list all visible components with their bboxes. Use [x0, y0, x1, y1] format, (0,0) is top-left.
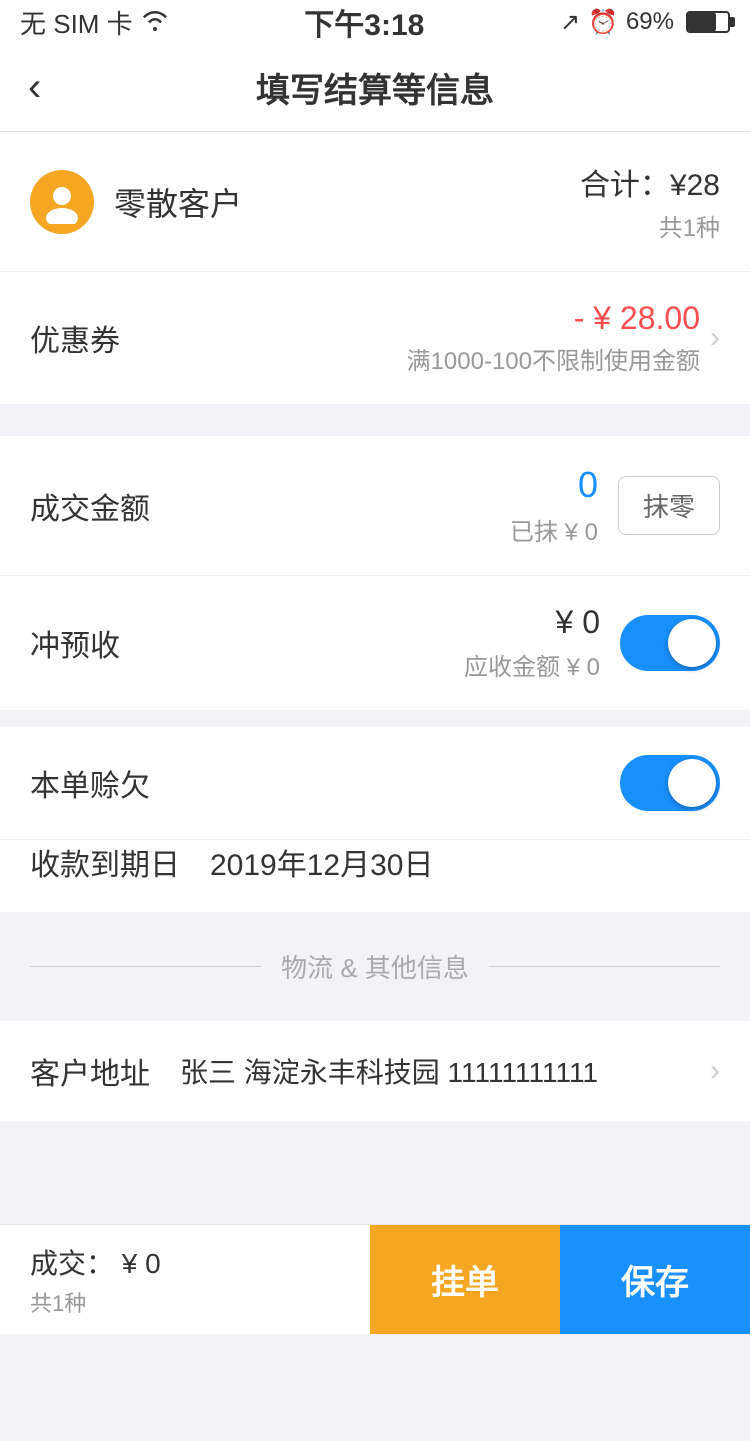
- prepayment-label: 冲预收: [30, 621, 120, 665]
- hang-button[interactable]: 挂单: [370, 1225, 560, 1334]
- form-card-credit: 本单赊欠: [0, 727, 750, 839]
- deal-amount-value: 0: [578, 464, 598, 506]
- deal-already-rounded: 已抹 ¥ 0: [510, 512, 598, 547]
- address-value: 张三 海淀永丰科技园 11111111111: [180, 1051, 710, 1091]
- prepay-main: 冲预收 ¥ 0 应收金额 ¥ 0: [30, 604, 720, 682]
- location-icon: ↗: [560, 8, 580, 37]
- divider-left: [30, 966, 261, 967]
- bottom-deal-label: 成交：: [30, 1248, 114, 1279]
- section-gap-2: [0, 711, 750, 727]
- due-date-row: 收款到期日 2019年12月30日: [30, 840, 720, 884]
- status-right: ↗ ⏰ 69%: [560, 8, 730, 37]
- credit-row: 本单赊欠: [0, 727, 750, 839]
- page-title: 填写结算等信息: [256, 63, 494, 112]
- deal-amount-sub: 0 已抹 ¥ 0: [510, 464, 598, 547]
- wifi-icon: [141, 7, 169, 38]
- customer-card: 零散客户 合计：¥28 共1种 优惠券 - ¥ 28.00 满1000-100不…: [0, 132, 750, 404]
- coupon-row[interactable]: 优惠券 - ¥ 28.00 满1000-100不限制使用金额 ›: [0, 271, 750, 404]
- coupon-desc: 满1000-100不限制使用金额: [407, 341, 700, 376]
- logistics-label: 物流 & 其他信息: [261, 948, 489, 985]
- nav-bar: ‹ 填写结算等信息: [0, 44, 750, 132]
- coupon-values: - ¥ 28.00 满1000-100不限制使用金额: [407, 300, 700, 376]
- status-bar: 无 SIM 卡 下午3:18 ↗ ⏰ 69%: [0, 0, 750, 44]
- due-date-label: 收款到期日: [30, 840, 180, 884]
- avatar: [30, 170, 94, 234]
- battery-icon: [686, 11, 730, 33]
- bottom-bar: 成交： ¥ 0 共1种 挂单 保存: [0, 1224, 750, 1334]
- form-card-deal: 成交金额 0 已抹 ¥ 0 抹零 冲预收 ¥ 0 应收金额 ¥ 0: [0, 436, 750, 711]
- section-gap-3: [0, 912, 750, 928]
- alarm-icon: ⏰: [588, 8, 618, 37]
- deal-amount-right: 0 已抹 ¥ 0 抹零: [510, 464, 720, 547]
- credit-label: 本单赊欠: [30, 761, 150, 805]
- prepay-amount: ¥ 0: [556, 604, 600, 641]
- divider-right: [489, 966, 720, 967]
- prepay-values: ¥ 0 应收金额 ¥ 0: [464, 604, 600, 682]
- total-amount: 合计：¥28: [580, 160, 720, 204]
- deal-amount-row: 成交金额 0 已抹 ¥ 0 抹零: [0, 436, 750, 576]
- coupon-discount: - ¥ 28.00: [407, 300, 700, 337]
- bottom-deal-amount: ¥ 0: [122, 1248, 161, 1279]
- round-button[interactable]: 抹零: [618, 476, 720, 535]
- coupon-right: - ¥ 28.00 满1000-100不限制使用金额 ›: [407, 300, 720, 376]
- prepay-sub: 应收金额 ¥ 0: [464, 647, 600, 682]
- chevron-right-icon: ›: [710, 321, 720, 355]
- credit-toggle-knob: [668, 759, 716, 807]
- total-count: 共1种: [580, 208, 720, 243]
- due-date-value: 2019年12月30日: [210, 840, 433, 884]
- prepayment-row: 冲预收 ¥ 0 应收金额 ¥ 0: [0, 576, 750, 711]
- section-gap-1: [0, 420, 750, 436]
- logistics-section: 物流 & 其他信息: [0, 928, 750, 1005]
- no-sim-label: 无 SIM 卡: [20, 4, 133, 41]
- due-date-card: 收款到期日 2019年12月30日: [0, 839, 750, 912]
- address-chevron-icon: ›: [710, 1054, 720, 1088]
- bottom-count: 共1种: [30, 1286, 340, 1318]
- customer-left: 零散客户: [30, 170, 242, 234]
- prepayment-toggle[interactable]: [620, 615, 720, 671]
- save-button[interactable]: 保存: [560, 1225, 750, 1334]
- bottom-deal: 成交： ¥ 0: [30, 1242, 340, 1282]
- credit-toggle[interactable]: [620, 755, 720, 811]
- back-button[interactable]: ‹: [28, 65, 41, 110]
- address-label: 客户地址: [30, 1049, 150, 1093]
- coupon-label: 优惠券: [30, 316, 120, 360]
- address-row[interactable]: 客户地址 张三 海淀永丰科技园 11111111111 ›: [0, 1021, 750, 1121]
- bottom-summary: 成交： ¥ 0 共1种: [0, 1242, 370, 1318]
- deal-amount-label: 成交金额: [30, 484, 150, 528]
- status-time: 下午3:18: [304, 0, 424, 44]
- customer-right: 合计：¥28 共1种: [580, 160, 720, 243]
- customer-row: 零散客户 合计：¥28 共1种: [0, 132, 750, 271]
- customer-name: 零散客户: [114, 179, 242, 225]
- status-left: 无 SIM 卡: [20, 4, 169, 41]
- toggle-knob: [668, 619, 716, 667]
- battery-percent: 69%: [626, 8, 674, 36]
- bottom-buttons: 挂单 保存: [370, 1225, 750, 1334]
